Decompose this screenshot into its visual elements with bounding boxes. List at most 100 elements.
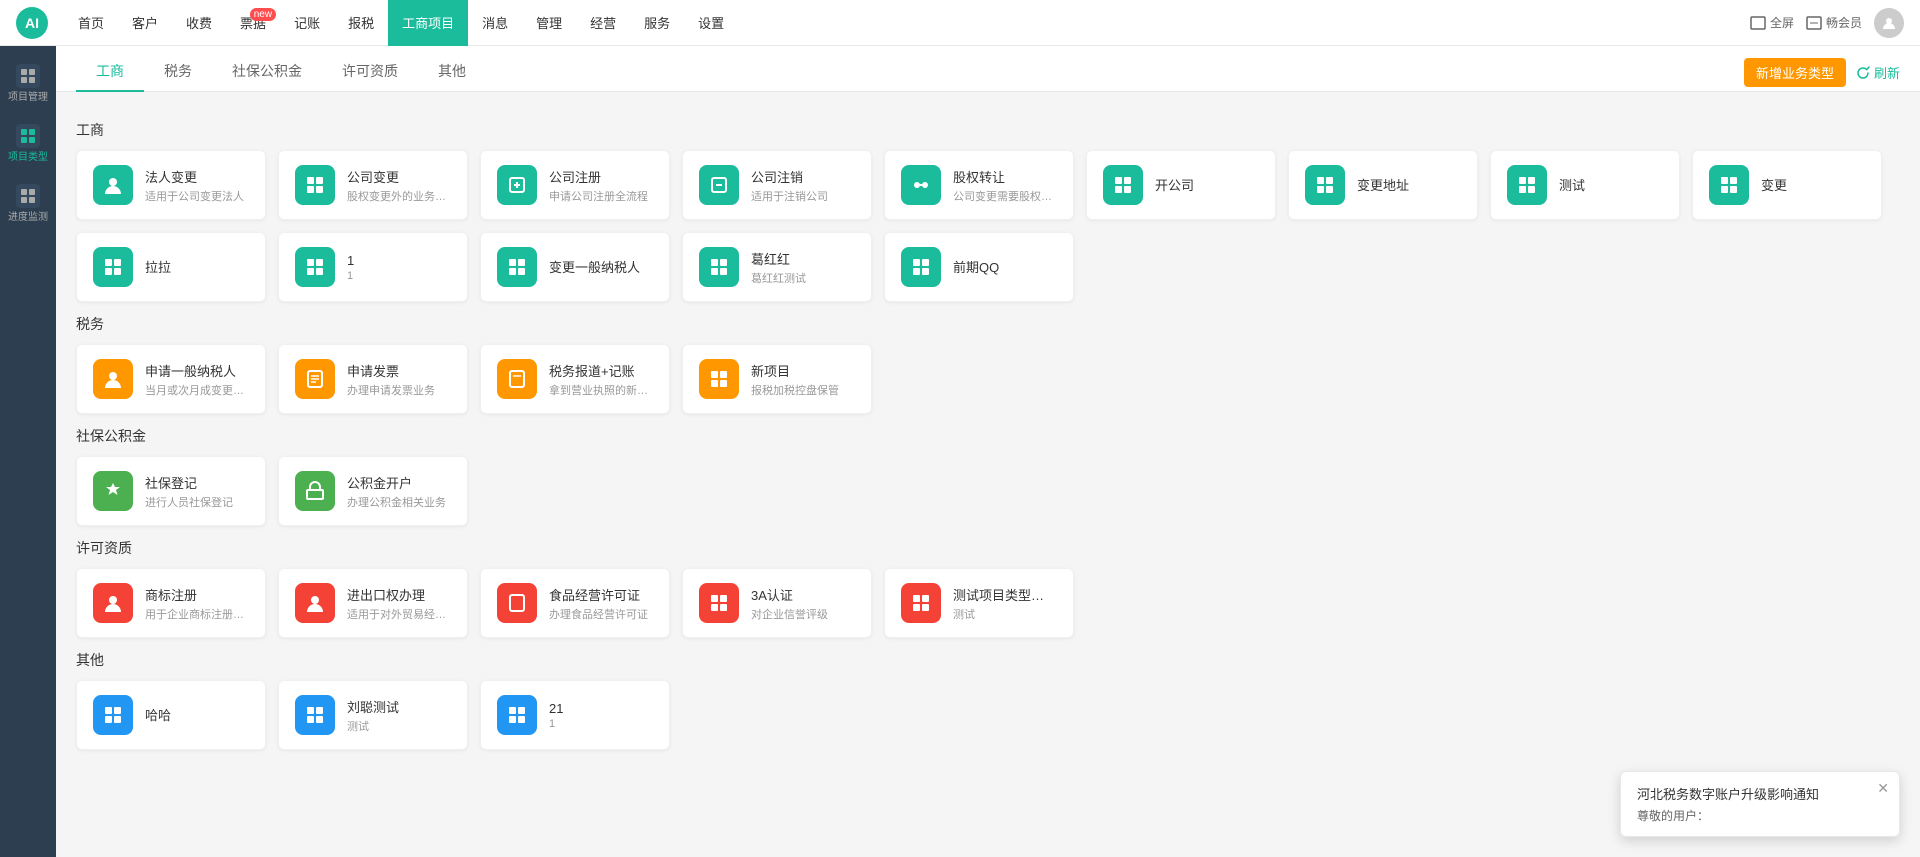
card-icon-guquan xyxy=(901,165,941,205)
card-title: 哈哈 xyxy=(145,705,249,724)
nav-ticket[interactable]: 票据 new xyxy=(226,0,280,46)
card-icon-xk3 xyxy=(497,583,537,623)
card-xinxiangmu[interactable]: 新项目 报税加税控盘保管 xyxy=(682,344,872,414)
nav-bookkeeping[interactable]: 记账 xyxy=(280,0,334,46)
sidebar-item-progress[interactable]: 进度监测 xyxy=(0,174,56,234)
card-icon-gszhuce xyxy=(497,165,537,205)
card-lala[interactable]: 拉拉 xyxy=(76,232,266,302)
card-shangbiao[interactable]: 商标注册 用于企业商标注册服务 xyxy=(76,568,266,638)
nav-industry[interactable]: 工商项目 xyxy=(388,0,468,46)
card-icon-biangeng2 xyxy=(1709,165,1749,205)
card-jinchukouquan[interactable]: 进出口权办理 适用于对外贸易经营者 xyxy=(278,568,468,638)
card-title: 新项目 xyxy=(751,361,855,380)
card-title: 开公司 xyxy=(1155,175,1259,194)
card-desc: 办理申请发票业务 xyxy=(347,382,451,398)
tab-gongshang[interactable]: 工商 xyxy=(76,52,144,92)
tab-xuke[interactable]: 许可资质 xyxy=(322,52,418,92)
card-3arenzheng[interactable]: 3A认证 对企业信誉评级 xyxy=(682,568,872,638)
card-qianqiQQ[interactable]: 前期QQ xyxy=(884,232,1074,302)
content-area: 工商 法人变更 适用于公司变更法人 公司变更 股权变更外的业务变更 xyxy=(56,92,1920,774)
card-1[interactable]: 1 1 xyxy=(278,232,468,302)
tabs-right: 新增业务类型 刷新 xyxy=(1744,58,1900,91)
sidebar-item-project-type[interactable]: 项目类型 xyxy=(0,114,56,174)
card-title: 股权转让 xyxy=(953,167,1057,186)
nav-setting[interactable]: 设置 xyxy=(684,0,738,46)
nav-manage[interactable]: 管理 xyxy=(522,0,576,46)
card-desc: 测试 xyxy=(953,606,1057,622)
card-liucong[interactable]: 刘聪测试 测试 xyxy=(278,680,468,750)
card-shenqingna税[interactable]: 申请一般纳税人 当月或次月成变更完成 xyxy=(76,344,266,414)
tab-shuiwu[interactable]: 税务 xyxy=(144,52,212,92)
sidebar-item-project-manage[interactable]: 项目管理 xyxy=(0,54,56,114)
card-title: 公积金开户 xyxy=(347,473,451,492)
card-shenqingfapiao[interactable]: 申请发票 办理申请发票业务 xyxy=(278,344,468,414)
new-type-button[interactable]: 新增业务类型 xyxy=(1744,58,1846,87)
member-icon xyxy=(1806,16,1822,30)
card-gsbiangeng[interactable]: 公司变更 股权变更外的业务变更 xyxy=(278,150,468,220)
card-kaigongsi[interactable]: 开公司 xyxy=(1086,150,1276,220)
card-icon-biangeng3 xyxy=(497,247,537,287)
member-btn[interactable]: 畅会员 xyxy=(1806,14,1862,31)
tab-other[interactable]: 其他 xyxy=(418,52,486,92)
section-title-shuiwu: 税务 xyxy=(76,314,1900,334)
card-gehonghong[interactable]: 葛红红 葛红红测试 xyxy=(682,232,872,302)
avatar[interactable] xyxy=(1874,8,1904,38)
card-title: 税务报道+记账 xyxy=(549,361,653,380)
card-desc: 适用于对外贸易经营者 xyxy=(347,606,451,622)
section-title-gongshang: 工商 xyxy=(76,120,1900,140)
card-desc: 对企业信誉评级 xyxy=(751,606,855,622)
xuke-cards: 商标注册 用于企业商标注册服务 进出口权办理 适用于对外贸易经营者 食品 xyxy=(76,568,1900,638)
card-icon-sw1 xyxy=(93,359,133,399)
nav-home[interactable]: 首页 xyxy=(64,0,118,46)
card-title: 刘聪测试 xyxy=(347,697,451,716)
card-icon-qt2 xyxy=(295,695,335,735)
tab-shebao[interactable]: 社保公积金 xyxy=(212,52,322,92)
avatar-icon xyxy=(1881,15,1897,31)
card-gongjijin[interactable]: 公积金开户 办理公积金相关业务 xyxy=(278,456,468,526)
nav-service[interactable]: 服务 xyxy=(630,0,684,46)
card-icon-sb2 xyxy=(295,471,335,511)
card-desc: 办理公积金相关业务 xyxy=(347,494,451,510)
card-title: 申请发票 xyxy=(347,361,451,380)
card-guquan[interactable]: 股权转让 公司变更需要股权转让 xyxy=(884,150,1074,220)
card-haha[interactable]: 哈哈 xyxy=(76,680,266,750)
card-shuiwubaodao[interactable]: 税务报道+记账 拿到营业执照的新公司 xyxy=(480,344,670,414)
nav-fee[interactable]: 收费 xyxy=(172,0,226,46)
section-title-qita: 其他 xyxy=(76,650,1900,670)
card-ceshi[interactable]: 测试 xyxy=(1490,150,1680,220)
card-title: 测试 xyxy=(1559,175,1663,194)
card-desc: 公司变更需要股权转让 xyxy=(953,188,1057,204)
card-gszhuce[interactable]: 公司注册 申请公司注册全流程 xyxy=(480,150,670,220)
card-desc: 进行人员社保登记 xyxy=(145,494,249,510)
nav-operation[interactable]: 经营 xyxy=(576,0,630,46)
card-icon-biangengdizhi xyxy=(1305,165,1345,205)
card-title: 变更 xyxy=(1761,175,1865,194)
card-title: 21 xyxy=(549,701,653,716)
card-desc: 股权变更外的业务变更 xyxy=(347,188,451,204)
card-biangengdizhi[interactable]: 变更地址 xyxy=(1288,150,1478,220)
card-title: 申请一般纳税人 xyxy=(145,361,249,380)
nav-message[interactable]: 消息 xyxy=(468,0,522,46)
notification-title: 河北税务数字账户升级影响通知 xyxy=(1637,784,1883,803)
section-title-shebao: 社保公积金 xyxy=(76,426,1900,446)
card-shipinjingying[interactable]: 食品经营许可证 办理食品经营许可证 xyxy=(480,568,670,638)
card-title: 葛红红 xyxy=(751,249,855,268)
nav-tax[interactable]: 报税 xyxy=(334,0,388,46)
card-desc: 1 xyxy=(347,270,451,282)
card-biangeng2[interactable]: 变更 xyxy=(1692,150,1882,220)
card-gszhuxiao[interactable]: 公司注销 适用于注销公司 xyxy=(682,150,872,220)
nav-customer[interactable]: 客户 xyxy=(118,0,172,46)
card-icon-qt3 xyxy=(497,695,537,735)
fullscreen-icon xyxy=(1750,16,1766,30)
nav-items: 首页 客户 收费 票据 new 记账 报税 工商项目 消息 管理 经营 服务 设… xyxy=(64,0,1750,46)
fullscreen-btn[interactable]: 全屏 xyxy=(1750,14,1794,31)
card-shebaodengji[interactable]: 社保登记 进行人员社保登记 xyxy=(76,456,266,526)
refresh-button[interactable]: 刷新 xyxy=(1856,63,1900,82)
gongshang-cards: 法人变更 适用于公司变更法人 公司变更 股权变更外的业务变更 公司注册 xyxy=(76,150,1900,302)
card-21[interactable]: 21 1 xyxy=(480,680,670,750)
card-title: 法人变更 xyxy=(145,167,249,186)
card-faziren[interactable]: 法人变更 适用于公司变更法人 xyxy=(76,150,266,220)
notification-close-button[interactable]: ✕ xyxy=(1877,780,1889,797)
card-biangeng-납[interactable]: 变更一般纳税人 xyxy=(480,232,670,302)
card-ceshixiangmu[interactable]: 测试项目类型自定义 测试 xyxy=(884,568,1074,638)
